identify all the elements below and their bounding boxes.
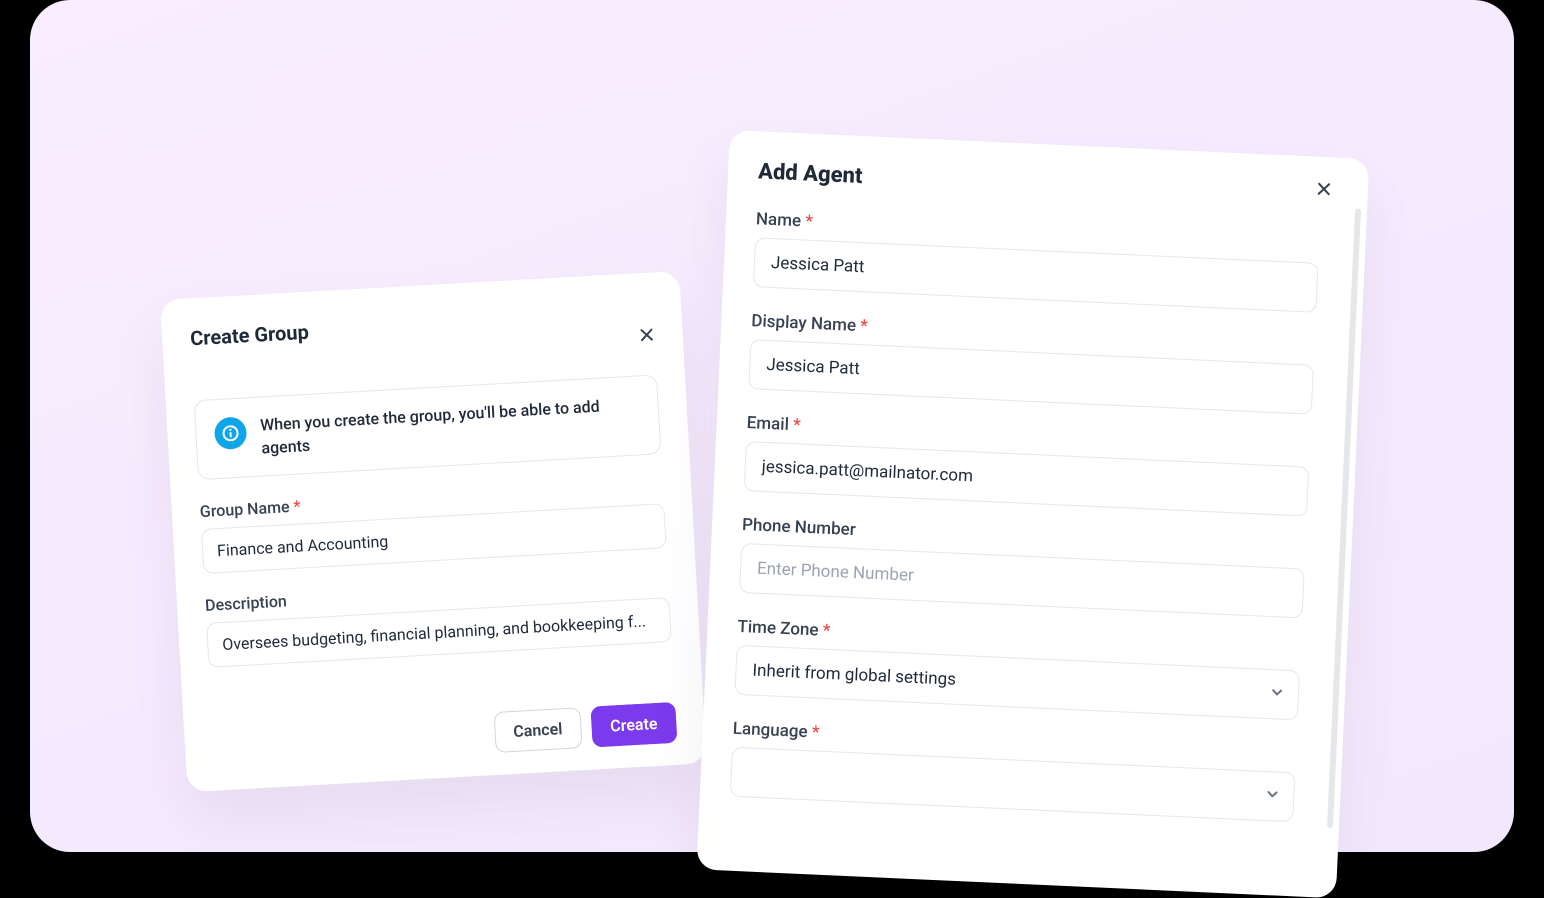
agent-timezone-field: Time Zone *	[734, 617, 1317, 721]
add-agent-modal: Add Agent Name * Display Name * Email * …	[696, 130, 1369, 898]
info-banner: When you create the group, you'll be abl…	[194, 374, 662, 480]
group-name-field: Group Name *	[199, 477, 666, 575]
close-icon[interactable]	[1309, 174, 1338, 203]
close-icon[interactable]	[632, 320, 662, 350]
info-banner-text: When you create the group, you'll be abl…	[259, 392, 641, 460]
agent-display-name-field: Display Name *	[748, 311, 1331, 415]
info-icon	[214, 416, 248, 450]
cancel-button[interactable]: Cancel	[493, 708, 582, 754]
agent-name-field: Name *	[753, 209, 1336, 313]
agent-language-field: Language *	[730, 719, 1313, 823]
agent-email-field: Email *	[744, 413, 1327, 517]
agent-phone-field: Phone Number	[739, 515, 1322, 619]
background-canvas: Create Group When you create the group, …	[30, 0, 1514, 852]
description-field: Description	[205, 570, 672, 668]
create-group-header: Create Group	[190, 300, 655, 354]
create-group-title: Create Group	[190, 320, 310, 351]
create-button[interactable]: Create	[590, 702, 677, 748]
create-group-actions: Cancel Create	[212, 702, 678, 769]
add-agent-title: Add Agent	[758, 159, 863, 189]
add-agent-header: Add Agent	[758, 157, 1339, 211]
create-group-modal: Create Group When you create the group, …	[160, 271, 707, 793]
